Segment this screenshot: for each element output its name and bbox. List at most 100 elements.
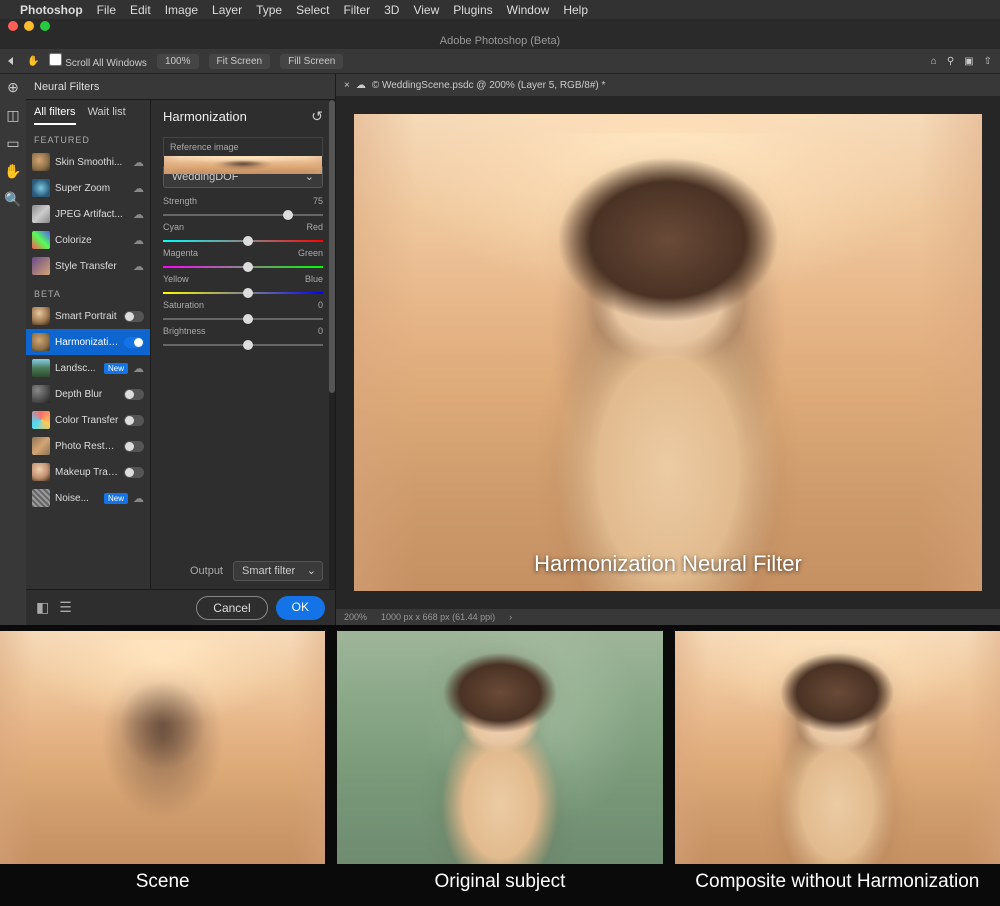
- filter-row-skin-smoothi-[interactable]: Skin Smoothi...☁: [26, 149, 150, 175]
- gallery-image: [337, 631, 662, 864]
- filter-toggle[interactable]: [124, 311, 144, 322]
- gallery-cell-scene: Scene: [0, 631, 325, 900]
- slider-yellow[interactable]: [163, 286, 323, 300]
- filter-row-harmonization[interactable]: Harmonization: [26, 329, 150, 355]
- menu-view[interactable]: View: [413, 3, 439, 17]
- slider-label-left: Saturation: [163, 300, 204, 310]
- menu-layer[interactable]: Layer: [212, 3, 242, 17]
- tab-wait-list[interactable]: Wait list: [88, 106, 126, 125]
- menu-type[interactable]: Type: [256, 3, 282, 17]
- slider-saturation[interactable]: [163, 312, 323, 326]
- filter-row-color-transfer[interactable]: Color Transfer: [26, 407, 150, 433]
- reference-image-box[interactable]: Reference image: [163, 137, 323, 157]
- add-tool-icon[interactable]: ⊕: [4, 78, 22, 96]
- filter-row-smart-portrait[interactable]: Smart Portrait: [26, 303, 150, 329]
- output-dropdown[interactable]: Smart filter: [233, 561, 323, 581]
- slider-label-right: 75: [313, 196, 323, 206]
- download-icon[interactable]: ☁: [133, 208, 144, 221]
- filter-row-jpeg-artifact-[interactable]: JPEG Artifact...☁: [26, 201, 150, 227]
- filter-label: Color Transfer: [55, 415, 119, 426]
- comparison-gallery: SceneOriginal subjectComposite without H…: [0, 625, 1000, 906]
- zoom-level[interactable]: 100%: [157, 54, 199, 69]
- fit-screen-button[interactable]: Fit Screen: [209, 54, 271, 69]
- selection-tool-icon[interactable]: ▭: [4, 134, 22, 152]
- status-zoom[interactable]: 200%: [344, 612, 367, 622]
- menu-plugins[interactable]: Plugins: [453, 3, 492, 17]
- download-icon[interactable]: ☁: [133, 362, 144, 375]
- filter-toggle[interactable]: [124, 337, 144, 348]
- close-tab-icon[interactable]: ×: [344, 80, 350, 91]
- status-dimensions: 1000 px x 668 px (61.44 ppi): [381, 612, 495, 622]
- gallery-image: [0, 631, 325, 864]
- minimize-window-icon[interactable]: [24, 21, 34, 31]
- filter-label: Makeup Tran...: [55, 467, 119, 478]
- download-icon[interactable]: ☁: [133, 492, 144, 505]
- new-badge: New: [104, 493, 128, 504]
- scroll-all-checkbox[interactable]: Scroll All Windows: [49, 53, 146, 69]
- filter-icon: [32, 205, 50, 223]
- crop-tool-icon[interactable]: ◫: [4, 106, 22, 124]
- menu-select[interactable]: Select: [296, 3, 329, 17]
- filter-row-photo-restor-[interactable]: Photo Restor...: [26, 433, 150, 459]
- share-icon[interactable]: ⇧: [984, 56, 992, 67]
- slider-magenta[interactable]: [163, 260, 323, 274]
- menu-file[interactable]: File: [97, 3, 116, 17]
- reference-image: [164, 156, 322, 174]
- panel-tab[interactable]: Neural Filters: [26, 74, 335, 100]
- filter-icon: [32, 333, 50, 351]
- home-icon[interactable]: ⌂: [931, 56, 937, 67]
- fill-screen-button[interactable]: Fill Screen: [280, 54, 343, 69]
- back-icon[interactable]: [8, 57, 13, 65]
- slider-cyan[interactable]: [163, 234, 323, 248]
- close-window-icon[interactable]: [8, 21, 18, 31]
- section-featured: FEATURED: [26, 125, 150, 149]
- cancel-button[interactable]: Cancel: [196, 596, 267, 620]
- filter-row-style-transfer[interactable]: Style Transfer☁: [26, 253, 150, 279]
- filter-icon: [32, 437, 50, 455]
- menu-3d[interactable]: 3D: [384, 3, 399, 17]
- scrollbar[interactable]: [329, 100, 335, 589]
- workspace-icon[interactable]: ▣: [964, 56, 973, 67]
- slider-strength[interactable]: [163, 208, 323, 222]
- hand-tool-icon[interactable]: ✋: [4, 162, 22, 180]
- menu-window[interactable]: Window: [507, 3, 550, 17]
- filter-icon: [32, 231, 50, 249]
- download-icon[interactable]: ☁: [133, 260, 144, 273]
- reset-icon[interactable]: ↺: [311, 108, 323, 125]
- filter-toggle[interactable]: [124, 389, 144, 400]
- filter-toggle[interactable]: [124, 415, 144, 426]
- filter-row-super-zoom[interactable]: Super Zoom ☁: [26, 175, 150, 201]
- download-icon[interactable]: ☁: [133, 182, 144, 195]
- menu-filter[interactable]: Filter: [343, 3, 370, 17]
- menu-edit[interactable]: Edit: [130, 3, 151, 17]
- layers-icon[interactable]: ☰: [59, 599, 72, 616]
- search-icon[interactable]: ⚲: [947, 56, 954, 67]
- tab-all-filters[interactable]: All filters: [34, 106, 76, 125]
- filter-label: Smart Portrait: [55, 311, 119, 322]
- filter-row-landsc-[interactable]: Landsc...New☁: [26, 355, 150, 381]
- canvas[interactable]: Harmonization Neural Filter: [336, 96, 1000, 609]
- filter-toggle[interactable]: [124, 467, 144, 478]
- document-tab[interactable]: × ☁ © WeddingScene.psdc @ 200% (Layer 5,…: [336, 74, 1000, 96]
- filter-icon: [32, 153, 50, 171]
- download-icon[interactable]: ☁: [133, 234, 144, 247]
- filter-row-makeup-tran-[interactable]: Makeup Tran...: [26, 459, 150, 485]
- filter-row-depth-blur[interactable]: Depth Blur: [26, 381, 150, 407]
- filter-row-colorize[interactable]: Colorize☁: [26, 227, 150, 253]
- filter-toggle[interactable]: [124, 441, 144, 452]
- menu-help[interactable]: Help: [563, 3, 588, 17]
- status-chevron-icon[interactable]: ›: [509, 612, 512, 622]
- hand-tool-icon[interactable]: ✋: [27, 56, 39, 67]
- preview-icon[interactable]: ◧: [36, 599, 49, 616]
- canvas-image: Harmonization Neural Filter: [354, 114, 982, 591]
- slider-brightness[interactable]: [163, 338, 323, 352]
- filter-label: Super Zoom: [55, 183, 128, 194]
- ok-button[interactable]: OK: [276, 596, 325, 620]
- maximize-window-icon[interactable]: [40, 21, 50, 31]
- menubar: Photoshop File Edit Image Layer Type Sel…: [0, 0, 1000, 19]
- filter-row-noise-[interactable]: Noise...New☁: [26, 485, 150, 511]
- menu-photoshop[interactable]: Photoshop: [20, 3, 83, 17]
- zoom-tool-icon[interactable]: 🔍: [4, 190, 22, 208]
- download-icon[interactable]: ☁: [133, 156, 144, 169]
- menu-image[interactable]: Image: [165, 3, 198, 17]
